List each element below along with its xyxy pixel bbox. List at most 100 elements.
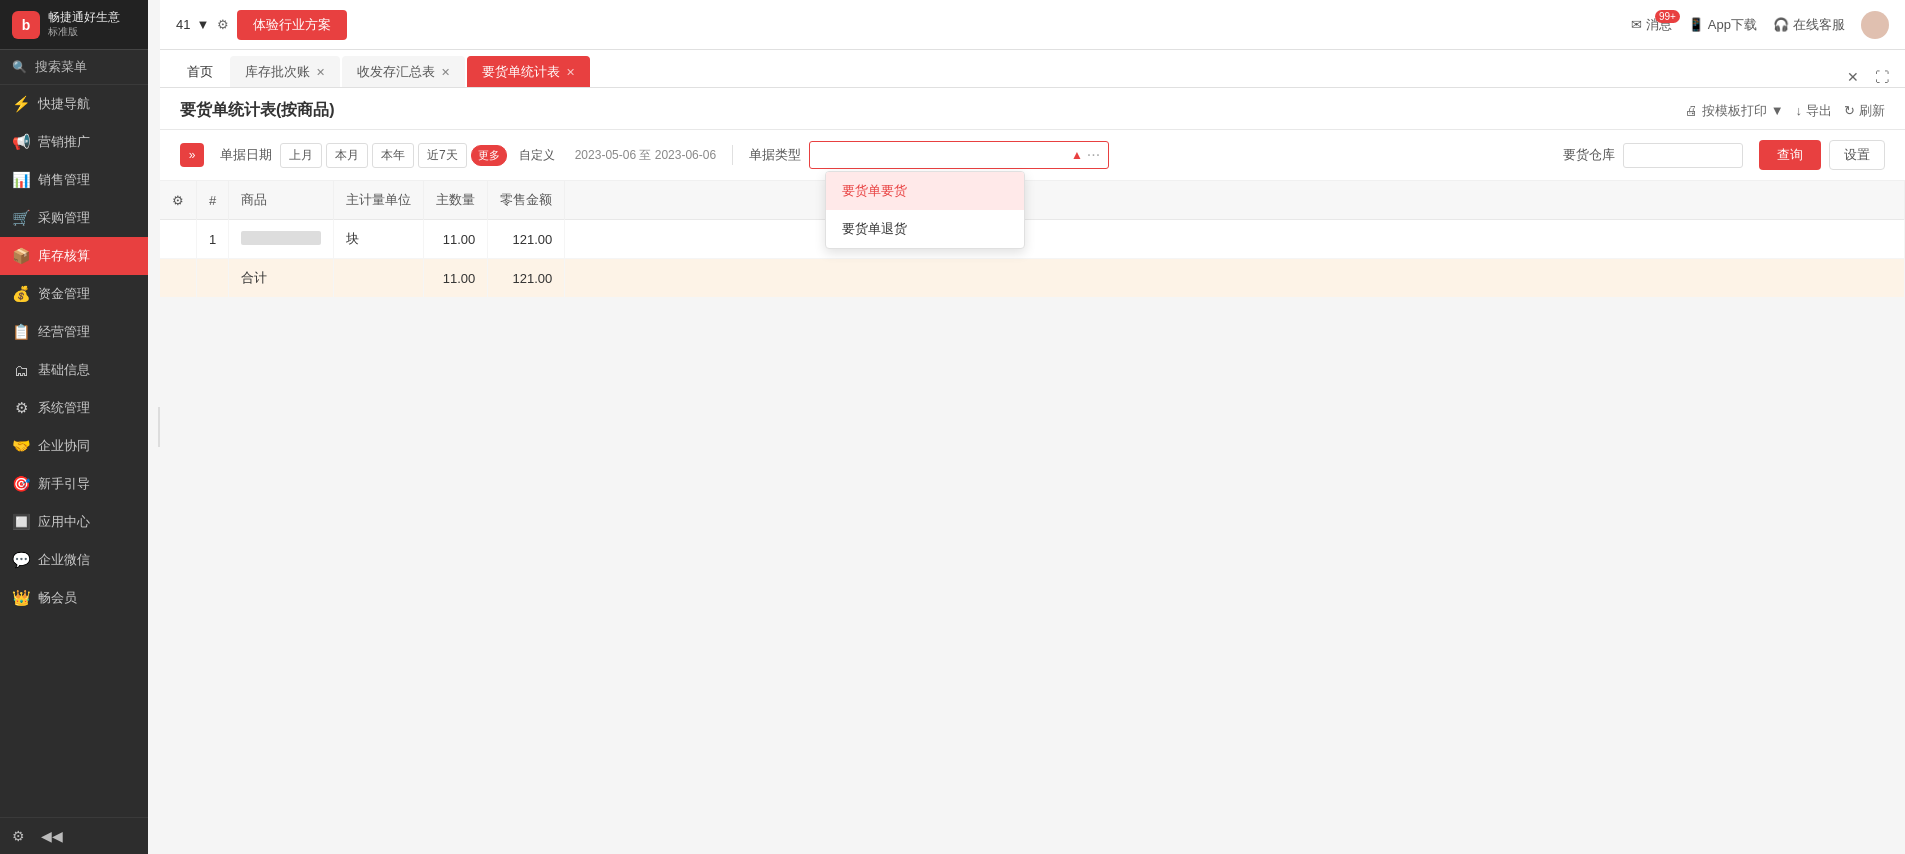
online-service-btn[interactable]: 🎧 在线客服: [1773, 16, 1845, 34]
messages-badge: 99+: [1655, 10, 1680, 23]
tab-maximize-btn[interactable]: ⛶: [1871, 67, 1893, 87]
page-title: 要货单统计表(按商品): [180, 100, 335, 121]
sidebar-label-base-info: 基础信息: [38, 361, 90, 379]
print-dropdown-icon: ▼: [1771, 103, 1784, 118]
filter-expand-btn[interactable]: »: [180, 143, 204, 167]
topbar-settings-icon[interactable]: ⚙: [217, 17, 229, 32]
search-label: 搜索菜单: [35, 58, 87, 76]
sidebar-icon-operations: 📋: [12, 323, 30, 341]
expand-icon: »: [189, 148, 196, 162]
online-service-label: 在线客服: [1793, 16, 1845, 34]
company-dropdown-icon: ▼: [196, 17, 209, 32]
col-settings[interactable]: ⚙: [160, 181, 197, 220]
sidebar-item-enterprise[interactable]: 🤝 企业协同: [0, 427, 148, 465]
tab-close-batch-account[interactable]: ✕: [316, 66, 325, 79]
export-btn[interactable]: ↓ 导出: [1796, 102, 1833, 120]
footer-amount: 121.00: [488, 259, 565, 298]
date-btn-1[interactable]: 本月: [326, 143, 368, 168]
sidebar-item-vip[interactable]: 👑 畅会员: [0, 579, 148, 617]
sidebar-item-base-info[interactable]: 🗂 基础信息: [0, 351, 148, 389]
filter-settings-btn[interactable]: 设置: [1829, 140, 1885, 170]
sidebar-item-guide[interactable]: 🎯 新手引导: [0, 465, 148, 503]
topbar-left: 41 ▼ ⚙ 体验行业方案: [176, 10, 1619, 40]
sidebar-label-app-center: 应用中心: [38, 513, 90, 531]
trial-btn[interactable]: 体验行业方案: [237, 10, 347, 40]
refresh-btn[interactable]: ↻ 刷新: [1844, 102, 1885, 120]
dropdown-goods-label: 要货单要货: [842, 183, 907, 198]
sidebar-label-enterprise: 企业协同: [38, 437, 90, 455]
sidebar-item-finance[interactable]: 💰 资金管理: [0, 275, 148, 313]
tab-label-order-stats: 要货单统计表: [482, 63, 560, 81]
company-selector[interactable]: 41 ▼: [176, 17, 209, 32]
user-avatar[interactable]: [1861, 11, 1889, 39]
doc-type-filter-group: 单据类型 ▲ ··· 要货单要货 要货单退货: [749, 141, 1547, 169]
sidebar-item-operations[interactable]: 📋 经营管理: [0, 313, 148, 351]
app-download-btn[interactable]: 📱 App下载: [1688, 16, 1757, 34]
warehouse-input[interactable]: [1623, 143, 1743, 168]
export-label: 导出: [1806, 102, 1832, 120]
date-more-badge[interactable]: 更多: [471, 145, 507, 166]
sidebar-item-app-center[interactable]: 🔲 应用中心: [0, 503, 148, 541]
sidebar-logo: b 畅捷通好生意 标准版: [0, 0, 148, 50]
col-qty: 主数量: [424, 181, 488, 220]
row-qty-0[interactable]: 11.00: [424, 220, 488, 259]
doc-type-dropdown: 要货单要货 要货单退货: [825, 171, 1025, 249]
doc-type-more-icon[interactable]: ···: [1087, 146, 1100, 164]
sidebar: b 畅捷通好生意 标准版 🔍 搜索菜单 ⚡ 快捷导航 📢 营销推广 📊 销售管理…: [0, 0, 148, 854]
refresh-label: 刷新: [1859, 102, 1885, 120]
doc-type-select[interactable]: ▲ ···: [809, 141, 1109, 169]
table-footer-row: 合计 11.00 121.00: [160, 259, 1905, 298]
date-btn-2[interactable]: 本年: [372, 143, 414, 168]
filter-divider: [732, 145, 733, 165]
sidebar-label-marketing: 营销推广: [38, 133, 90, 151]
messages-btn[interactable]: ✉ 消息 99+: [1631, 16, 1672, 34]
sidebar-icon-vip: 👑: [12, 589, 30, 607]
sidebar-label-quick-nav: 快捷导航: [38, 95, 90, 113]
row-spacer-0: [565, 220, 1905, 259]
tab-label-home: 首页: [187, 63, 213, 81]
sidebar-label-wechat: 企业微信: [38, 551, 90, 569]
footer-qty: 11.00: [424, 259, 488, 298]
print-icon: 🖨: [1685, 103, 1698, 118]
sidebar-icon-wechat: 💬: [12, 551, 30, 569]
dropdown-item-goods[interactable]: 要货单要货: [826, 172, 1024, 210]
table-wrapper: ⚙ # 商品 主计量单位 主数量 零售金额 1 块 11.00 121.00: [160, 181, 1905, 297]
collapse-icon[interactable]: ◀◀: [41, 828, 63, 844]
tab-label-receivable-summary: 收发存汇总表: [357, 63, 435, 81]
tab-receivable-summary[interactable]: 收发存汇总表 ✕: [342, 56, 465, 87]
col-seq: #: [197, 181, 229, 220]
doc-type-arrow-icon[interactable]: ▲: [1071, 148, 1083, 162]
date-custom-btn[interactable]: 自定义: [511, 144, 563, 167]
sidebar-item-marketing[interactable]: 📢 营销推广: [0, 123, 148, 161]
sidebar-item-purchase[interactable]: 🛒 采购管理: [0, 199, 148, 237]
row-amount-0[interactable]: 121.00: [488, 220, 565, 259]
dropdown-item-return[interactable]: 要货单退货: [826, 210, 1024, 248]
tab-home[interactable]: 首页: [172, 56, 228, 87]
tab-close-order-stats[interactable]: ✕: [566, 66, 575, 79]
sidebar-icon-base-info: 🗂: [12, 362, 30, 379]
query-btn[interactable]: 查询: [1759, 140, 1821, 170]
topbar-right: ✉ 消息 99+ 📱 App下载 🎧 在线客服: [1631, 11, 1889, 39]
print-btn[interactable]: 🖨 按模板打印 ▼: [1685, 102, 1784, 120]
date-btn-0[interactable]: 上月: [280, 143, 322, 168]
tab-order-stats[interactable]: 要货单统计表 ✕: [467, 56, 590, 87]
sidebar-item-inventory[interactable]: 📦 库存核算: [0, 237, 148, 275]
search-menu[interactable]: 🔍 搜索菜单: [0, 50, 148, 85]
sidebar-item-sales[interactable]: 📊 销售管理: [0, 161, 148, 199]
sidebar-item-system[interactable]: ⚙ 系统管理: [0, 389, 148, 427]
tab-batch-account[interactable]: 库存批次账✕: [230, 56, 340, 87]
sidebar-icon-system: ⚙: [12, 399, 30, 417]
sidebar-label-purchase: 采购管理: [38, 209, 90, 227]
sidebar-item-wechat[interactable]: 💬 企业微信: [0, 541, 148, 579]
sidebar-bottom: ⚙ ◀◀: [0, 817, 148, 854]
logo-text: 畅捷通好生意 标准版: [48, 10, 120, 40]
tab-close-receivable-summary[interactable]: ✕: [441, 66, 450, 79]
sidebar-item-quick-nav[interactable]: ⚡ 快捷导航: [0, 85, 148, 123]
sidebar-label-sales: 销售管理: [38, 171, 90, 189]
settings-icon[interactable]: ⚙: [12, 828, 25, 844]
sidebar-label-guide: 新手引导: [38, 475, 90, 493]
page-header: 要货单统计表(按商品) 🖨 按模板打印 ▼ ↓ 导出 ↻ 刷新: [160, 88, 1905, 130]
tab-close-all-btn[interactable]: ✕: [1843, 67, 1863, 87]
tabs-right-actions: ✕ ⛶: [1843, 67, 1893, 87]
date-btn-3[interactable]: 近7天: [418, 143, 467, 168]
